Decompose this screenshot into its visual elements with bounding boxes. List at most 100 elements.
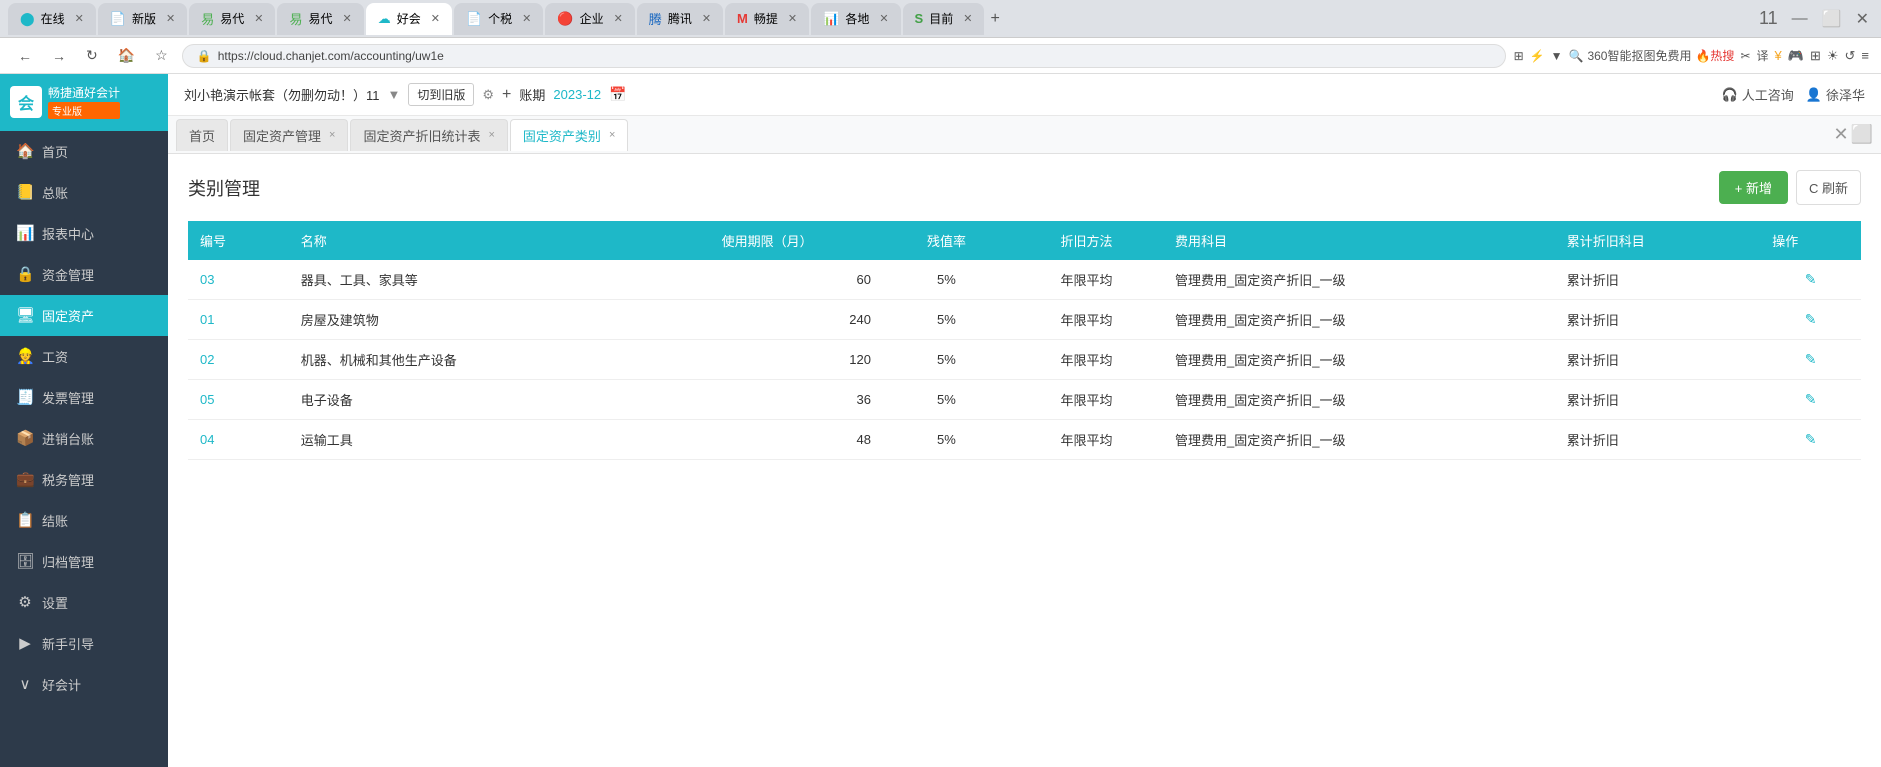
sidebar-icon-tax: 💼 — [16, 470, 34, 488]
back-button[interactable]: ← — [12, 46, 38, 66]
browser-tab-qiye[interactable]: 🔴 企业 ✕ — [545, 3, 634, 35]
page-tab-home[interactable]: 首页 — [176, 119, 228, 151]
page-tab-category[interactable]: 固定资产类别× — [510, 119, 628, 151]
tab-close-tencent[interactable]: ✕ — [702, 12, 711, 25]
service-item[interactable]: 🎧 人工咨询 — [1722, 85, 1794, 104]
edit-button-4[interactable]: ✎ — [1805, 431, 1817, 447]
sidebar-item-settings[interactable]: ⚙ 设置 — [0, 582, 168, 623]
browser-tab-yidai1[interactable]: 易 易代 ✕ — [189, 3, 275, 35]
row-id-link-3[interactable]: 05 — [200, 392, 214, 407]
calendar-icon[interactable]: 📅 — [609, 86, 626, 103]
page-tab-depreciation[interactable]: 固定资产折旧统计表× — [350, 119, 507, 151]
user-item[interactable]: 👤 徐泽华 — [1806, 85, 1865, 104]
dropdown-nav-button[interactable]: ▼ — [1551, 49, 1563, 63]
menu-icon[interactable]: ≡ — [1861, 48, 1869, 63]
refresh-button[interactable]: C 刷新 — [1796, 170, 1861, 205]
tab-close-new[interactable]: ✕ — [166, 12, 175, 25]
row-id-link-4[interactable]: 04 — [200, 432, 214, 447]
browser-tab-gedi[interactable]: 📊 各地 ✕ — [811, 3, 900, 35]
sidebar-item-fund[interactable]: 🔒 资金管理 — [0, 254, 168, 295]
main-content: 刘小艳演示帐套（勿删勿动！）11 ▼ 切到旧版 ⚙ + 账期 2023-12 📅… — [168, 74, 1881, 767]
sidebar-item-tax[interactable]: 💼 税务管理 — [0, 459, 168, 500]
tab-close-gedi[interactable]: ✕ — [879, 12, 888, 25]
browser-tab-changte[interactable]: M 畅提 ✕ — [725, 3, 809, 35]
cell-cost-1: 管理费用_固定资产折旧_一级 — [1163, 300, 1555, 340]
browser-tab-yidai2[interactable]: 易 易代 ✕ — [277, 3, 363, 35]
row-id-link-2[interactable]: 02 — [200, 352, 214, 367]
sidebar-item-home[interactable]: 🏠 首页 — [0, 131, 168, 172]
sidebar-item-asset[interactable]: 🖥 固定资产 — [0, 295, 168, 336]
sidebar-item-closing[interactable]: 📋 结账 — [0, 500, 168, 541]
forward-button[interactable]: → — [46, 46, 72, 66]
browser-tab-new[interactable]: 📄 新版 ✕ — [98, 3, 187, 35]
edit-button-2[interactable]: ✎ — [1805, 351, 1817, 367]
row-id-link-1[interactable]: 01 — [200, 312, 214, 327]
page-tab-asset-mgmt[interactable]: 固定资产管理× — [230, 119, 348, 151]
translate-icon[interactable]: 译 — [1757, 47, 1769, 64]
search-area[interactable]: 🔍 360智能抠图免费用 🔥热搜 — [1569, 47, 1735, 64]
edit-button-3[interactable]: ✎ — [1805, 391, 1817, 407]
sidebar-item-invoice[interactable]: 🧾 发票管理 — [0, 377, 168, 418]
sidebar-label-more: 好会计 — [42, 675, 81, 694]
edit-button-1[interactable]: ✎ — [1805, 311, 1817, 327]
sidebar-item-payroll[interactable]: 👷 工资 — [0, 336, 168, 377]
browser-tab-online[interactable]: ⬤ 在线 ✕ — [8, 3, 96, 35]
cell-method-3: 年限平均 — [1010, 380, 1163, 420]
table-header-2: 使用期限（月） — [651, 221, 883, 260]
tab-close-depreciation[interactable]: × — [488, 129, 494, 141]
bookmark-button[interactable]: ☆ — [149, 45, 174, 66]
sidebar-item-more[interactable]: ∨ 好会计 — [0, 664, 168, 705]
page-header: 类别管理 + 新增 C 刷新 — [188, 170, 1861, 205]
browser-tab-mubiao[interactable]: S 目前 ✕ — [903, 3, 985, 35]
sidebar-item-ledger[interactable]: 📒 总账 — [0, 172, 168, 213]
grid-icon[interactable]: ⊞ — [1810, 48, 1821, 64]
sidebar-icon-report: 📊 — [16, 224, 34, 242]
tab-close-yidai1[interactable]: ✕ — [254, 12, 263, 25]
sidebar-item-stock[interactable]: 📦 进销台账 — [0, 418, 168, 459]
tab-favicon-online: ⬤ — [20, 11, 35, 27]
add-period-icon[interactable]: + — [502, 86, 511, 104]
dropdown-icon[interactable]: ▼ — [388, 87, 401, 102]
window-close-icon[interactable]: ✕ — [1856, 9, 1869, 29]
cut-icon[interactable]: ✂ — [1740, 49, 1750, 63]
window-minimize-icon[interactable]: — — [1792, 10, 1808, 28]
switch-to-old-btn[interactable]: 切到旧版 — [408, 83, 474, 106]
tab-close-changte[interactable]: ✕ — [788, 12, 797, 25]
brightness-icon[interactable]: ☀ — [1827, 48, 1839, 64]
tab-close-category[interactable]: × — [609, 129, 615, 141]
reload-button[interactable]: ↻ — [80, 45, 104, 66]
tab-close-online[interactable]: ✕ — [75, 12, 84, 25]
sidebar-icon-payroll: 👷 — [16, 347, 34, 365]
home-button[interactable]: 🏠 — [112, 45, 141, 66]
tab-bar-close-btn[interactable]: ✕ — [1833, 124, 1848, 145]
browser-tab-geshui[interactable]: 📄 个税 ✕ — [454, 3, 543, 35]
cell-period-2: 120 — [651, 340, 883, 380]
sidebar-icon-archive: 🗄 — [16, 552, 34, 570]
window-restore-icon[interactable]: ⬜ — [1822, 9, 1842, 29]
tab-close-asset-mgmt[interactable]: × — [329, 129, 335, 141]
lightning-button[interactable]: ⚡ — [1530, 49, 1545, 63]
sidebar-item-archive[interactable]: 🗄 归档管理 — [0, 541, 168, 582]
tab-close-qiye[interactable]: ✕ — [614, 12, 623, 25]
row-id-link-0[interactable]: 03 — [200, 272, 214, 287]
tab-close-haohui[interactable]: ✕ — [431, 12, 440, 25]
tab-close-mubiao[interactable]: ✕ — [963, 12, 972, 25]
browser-tab-haohui[interactable]: ☁ 好会 ✕ — [366, 3, 452, 35]
wallet-icon[interactable]: ¥ — [1775, 48, 1782, 63]
tab-close-geshui[interactable]: ✕ — [522, 12, 531, 25]
game-icon[interactable]: 🎮 — [1788, 48, 1804, 64]
qr-code-button[interactable]: ⊞ — [1514, 49, 1524, 63]
tab-bar-expand-btn[interactable]: ⬜ — [1851, 124, 1873, 145]
tab-close-yidai2[interactable]: ✕ — [343, 12, 352, 25]
sidebar-item-report[interactable]: 📊 报表中心 — [0, 213, 168, 254]
url-bar[interactable]: 🔒 https://cloud.chanjet.com/accounting/u… — [182, 44, 1506, 68]
sidebar-item-guide[interactable]: ▶ 新手引导 — [0, 623, 168, 664]
undo-icon[interactable]: ↺ — [1845, 48, 1856, 64]
cell-residual-1: 5% — [883, 300, 1010, 340]
address-bar: ← → ↻ 🏠 ☆ 🔒 https://cloud.chanjet.com/ac… — [0, 38, 1881, 74]
edit-button-0[interactable]: ✎ — [1805, 271, 1817, 287]
browser-tab-tencent[interactable]: 腾 腾讯 ✕ — [637, 3, 723, 35]
settings-icon[interactable]: ⚙ — [482, 87, 494, 103]
new-tab-button[interactable]: + — [986, 10, 1003, 28]
add-button[interactable]: + 新增 — [1719, 171, 1788, 204]
